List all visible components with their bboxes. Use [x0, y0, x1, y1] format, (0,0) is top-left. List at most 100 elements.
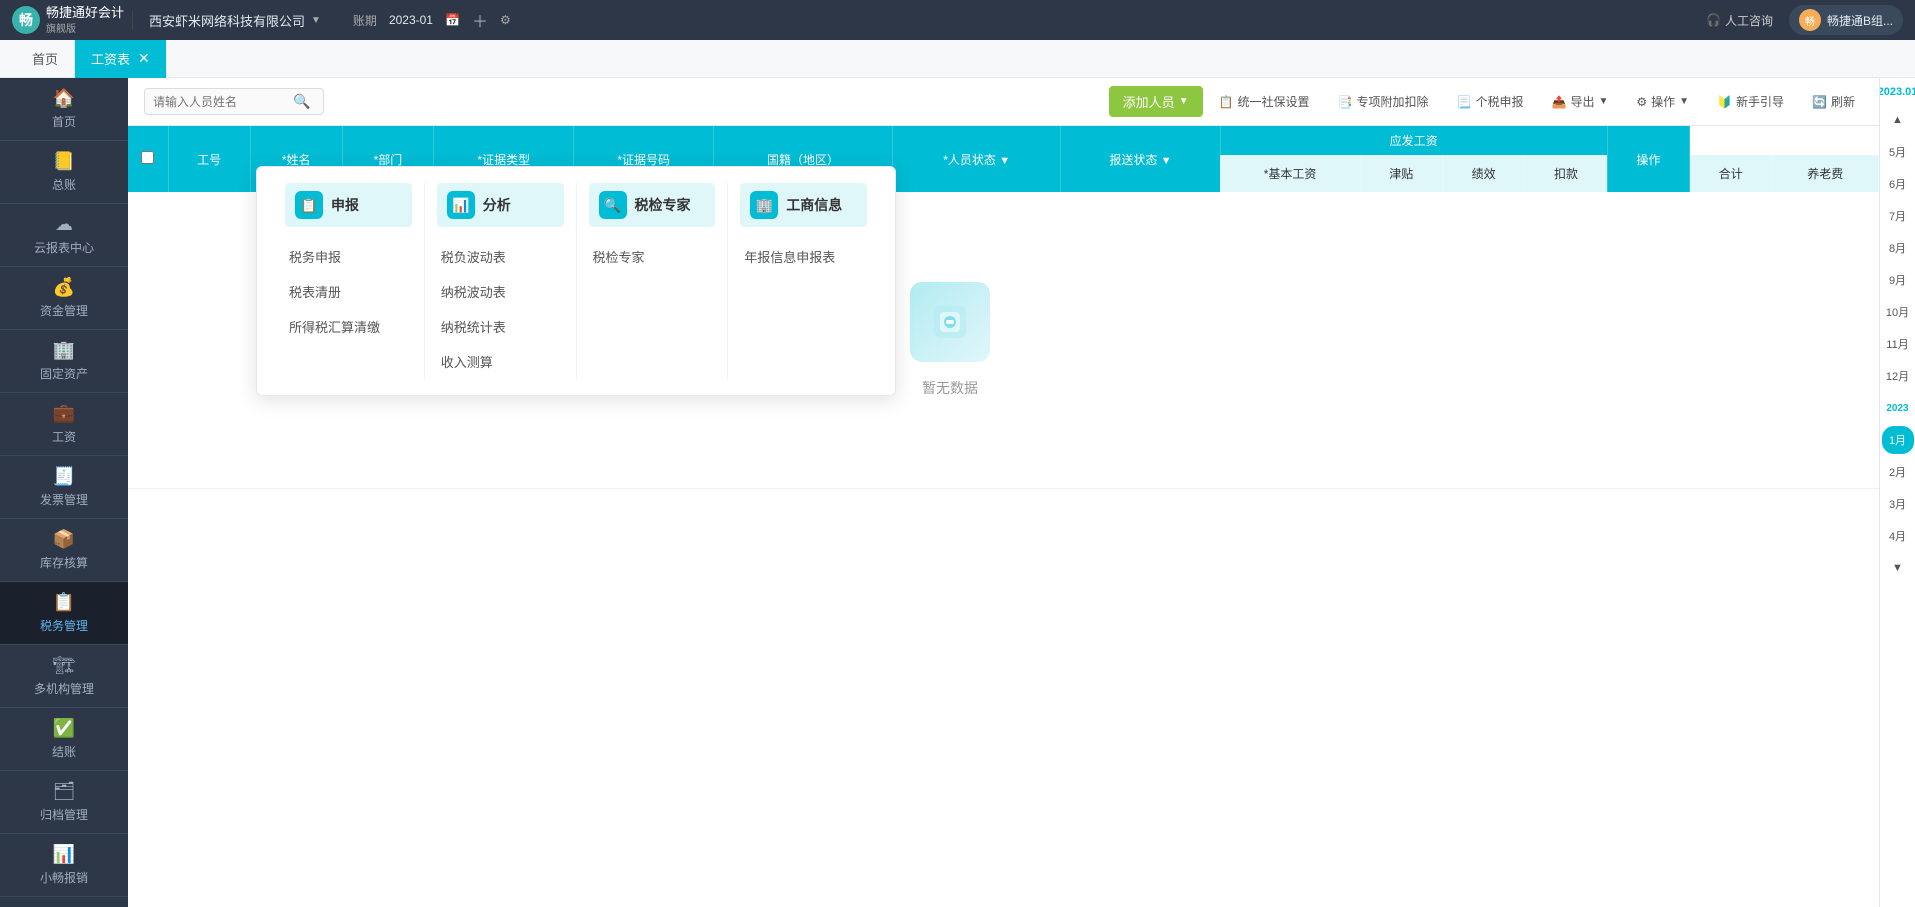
- sidebar-item-tax[interactable]: 📋 税务管理: [0, 582, 128, 645]
- period-value: 2023-01: [389, 13, 433, 27]
- insurance-button[interactable]: 📋 统一社保设置: [1211, 89, 1318, 114]
- guide-button[interactable]: 🔰 新手引导: [1709, 89, 1792, 114]
- sidebar-item-invoice[interactable]: 🧾 发票管理: [0, 456, 128, 519]
- company-name: 西安虾米网络科技有限公司: [149, 11, 305, 30]
- income-tax-item[interactable]: 所得税汇算清缴: [285, 309, 412, 344]
- invoice-icon: 🧾: [53, 466, 75, 487]
- month-4[interactable]: 4月: [1882, 522, 1914, 550]
- th-base-salary: *基本工资: [1220, 155, 1360, 192]
- settings-icon[interactable]: ⚙: [500, 13, 511, 27]
- income-forecast-item[interactable]: 收入测算: [437, 344, 564, 379]
- tab-salary-close-icon[interactable]: ✕: [138, 50, 150, 67]
- add-person-button[interactable]: 添加人员 ▼: [1109, 86, 1203, 117]
- operate-label: 操作: [1651, 93, 1675, 110]
- search-wrap[interactable]: 🔍: [144, 88, 324, 115]
- company-chevron-icon: ▼: [311, 15, 321, 26]
- nav-down-button[interactable]: ▼: [1882, 554, 1914, 582]
- top-bar-right: 🎧 人工咨询 畅 畅捷通B组...: [1706, 5, 1903, 35]
- sidebar-item-multi[interactable]: 🏗 多机构管理: [0, 645, 128, 708]
- sidebar-item-inventory[interactable]: 📦 库存核算: [0, 519, 128, 582]
- analysis-col-icon: 📊: [447, 191, 475, 219]
- help-button[interactable]: 🎧 人工咨询: [1706, 12, 1773, 29]
- refresh-icon: 🔄: [1812, 95, 1827, 109]
- tax-fluctuation-item[interactable]: 纳税波动表: [437, 274, 564, 309]
- checkbox-header[interactable]: [128, 126, 168, 192]
- cloud-icon: ☁: [55, 214, 73, 235]
- month-3[interactable]: 3月: [1882, 490, 1914, 518]
- tax-declaration-item[interactable]: 税务申报: [285, 239, 412, 274]
- user-label: 畅捷通B组...: [1827, 12, 1893, 29]
- sidebar-multi-label: 多机构管理: [34, 680, 94, 697]
- refresh-button[interactable]: 🔄 刷新: [1804, 89, 1863, 114]
- tax-expert-item[interactable]: 税检专家: [589, 239, 716, 274]
- tax-statistics-item[interactable]: 纳税统计表: [437, 309, 564, 344]
- salary-icon: 💼: [53, 403, 75, 424]
- sidebar-item-cloud[interactable]: ☁ 云报表中心: [0, 204, 128, 267]
- sidebar-item-archive[interactable]: 🗂 归档管理: [0, 771, 128, 834]
- sidebar-item-report[interactable]: 📊 小畅报销: [0, 834, 128, 897]
- tab-home[interactable]: 首页: [16, 40, 75, 78]
- home-icon: 🏠: [53, 88, 75, 109]
- month-11[interactable]: 11月: [1882, 330, 1914, 358]
- month-2[interactable]: 2月: [1882, 458, 1914, 486]
- avatar: 畅: [1799, 9, 1821, 31]
- empty-icon: [910, 282, 990, 362]
- sidebar-ledger-label: 总账: [52, 176, 76, 193]
- sidebar-cloud-label: 云报表中心: [34, 239, 94, 256]
- sidebar-item-checkout[interactable]: ✅ 结账: [0, 708, 128, 771]
- tax-burden-item[interactable]: 税负波动表: [437, 239, 564, 274]
- sidebar-item-salary[interactable]: 💼 工资: [0, 393, 128, 456]
- sidebar-item-settings[interactable]: ⚙ 基础设置: [0, 897, 128, 907]
- annual-report-item[interactable]: 年报信息申报表: [740, 239, 867, 274]
- month-7[interactable]: 7月: [1882, 202, 1914, 230]
- tab-salary[interactable]: 工资表 ✕: [75, 40, 167, 78]
- assets-icon: 🏢: [53, 340, 75, 361]
- status-filter-icon[interactable]: ▼: [999, 155, 1010, 167]
- tax-form-item[interactable]: 税表清册: [285, 274, 412, 309]
- special-deduction-button[interactable]: 📑 专项附加扣除: [1330, 89, 1437, 114]
- period-label: 账期: [353, 12, 377, 29]
- refresh-label: 刷新: [1831, 93, 1855, 110]
- dropdown-header-expert: 🔍 税检专家: [589, 183, 716, 227]
- month-1[interactable]: 1月: [1882, 426, 1914, 454]
- search-input[interactable]: [153, 95, 293, 109]
- month-8[interactable]: 8月: [1882, 234, 1914, 262]
- company-selector[interactable]: 西安虾米网络科技有限公司 ▼: [132, 11, 337, 30]
- add-icon[interactable]: ＋: [472, 8, 488, 32]
- th-operate: 操作: [1607, 126, 1689, 192]
- operate-icon: ⚙: [1636, 95, 1647, 109]
- month-10[interactable]: 10月: [1882, 298, 1914, 326]
- dropdown-header-declaration: 📋 申报: [285, 183, 412, 227]
- th-report-status: 报送状态 ▼: [1061, 126, 1220, 192]
- tax-report-button[interactable]: 📃 个税申报: [1449, 89, 1532, 114]
- report-filter-icon[interactable]: ▼: [1161, 155, 1172, 167]
- nav-up-button[interactable]: ▲: [1882, 106, 1914, 134]
- special-deduction-icon: 📑: [1338, 95, 1353, 109]
- analysis-title: 分析: [483, 195, 511, 215]
- sidebar-archive-label: 归档管理: [40, 806, 88, 823]
- multi-icon: 🏗: [53, 655, 76, 676]
- expert-title: 税检专家: [635, 195, 691, 215]
- month-6[interactable]: 6月: [1882, 170, 1914, 198]
- calendar-icon[interactable]: 📅: [445, 13, 460, 27]
- select-all-checkbox[interactable]: [141, 151, 154, 164]
- operate-button[interactable]: ⚙ 操作 ▼: [1628, 89, 1697, 114]
- month-5[interactable]: 5月: [1882, 138, 1914, 166]
- sidebar-item-assets[interactable]: 🏢 固定资产: [0, 330, 128, 393]
- logo: 畅 畅捷通好会计 旗舰版: [12, 5, 132, 36]
- operate-arrow-icon: ▼: [1679, 96, 1689, 107]
- dropdown-col-analysis: 📊 分析 税负波动表 纳税波动表 纳税统计表 收入测算: [425, 183, 577, 379]
- sidebar-item-home[interactable]: 🏠 首页: [0, 78, 128, 141]
- sidebar-checkout-label: 结账: [52, 743, 76, 760]
- tax-report-label: 个税申报: [1475, 93, 1523, 110]
- month-12[interactable]: 12月: [1882, 362, 1914, 390]
- export-button[interactable]: 📤 导出 ▼: [1544, 89, 1617, 114]
- month-9[interactable]: 9月: [1882, 266, 1914, 294]
- layout: 🏠 首页 📒 总账 ☁ 云报表中心 💰 资金管理 🏢 固定资产 💼 工资 🧾 发…: [0, 78, 1915, 907]
- year-2023[interactable]: 2023: [1882, 394, 1914, 422]
- insurance-icon: 📋: [1219, 95, 1234, 109]
- th-performance: 绩效: [1442, 155, 1524, 192]
- sidebar-item-funds[interactable]: 💰 资金管理: [0, 267, 128, 330]
- sidebar-item-ledger[interactable]: 📒 总账: [0, 141, 128, 204]
- user-menu[interactable]: 畅 畅捷通B组...: [1789, 5, 1903, 35]
